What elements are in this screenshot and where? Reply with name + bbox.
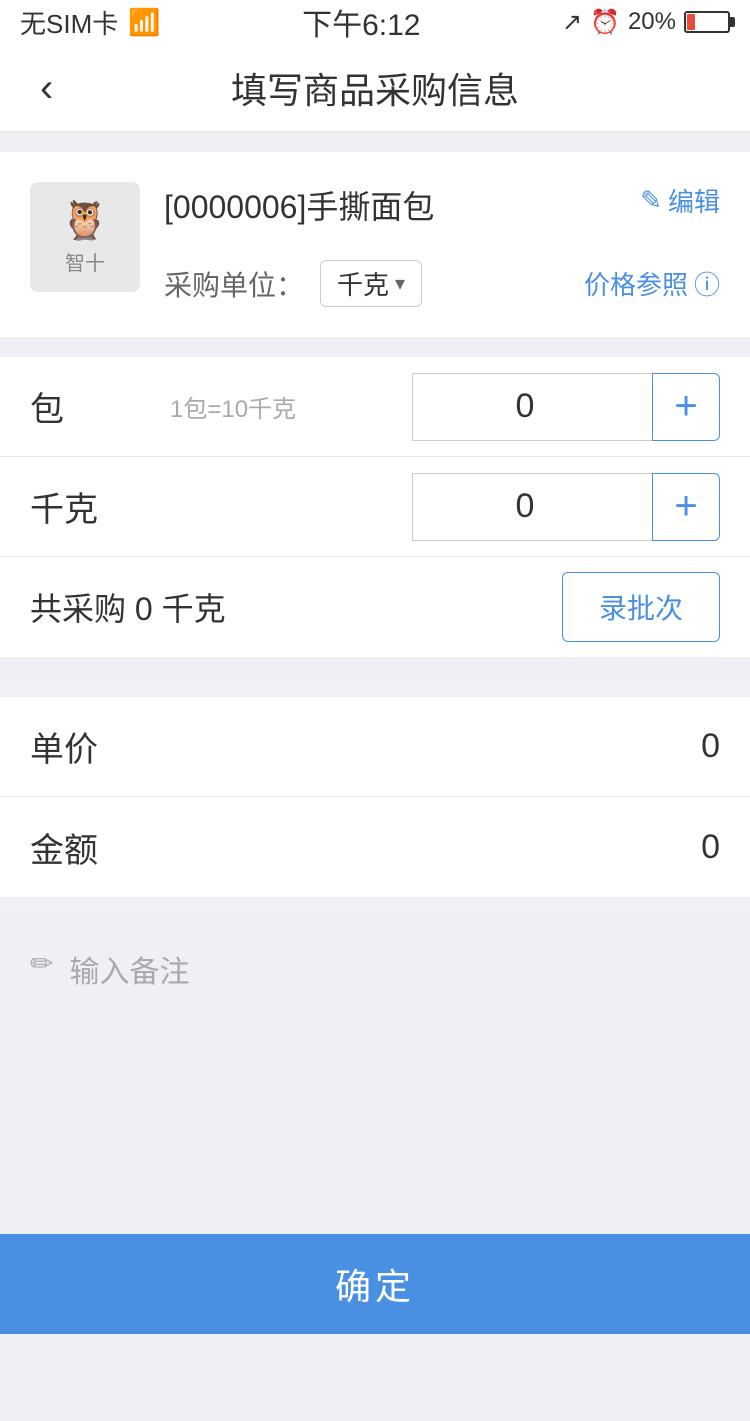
nav-bar: ‹ 填写商品采购信息 xyxy=(0,44,750,132)
pencil-icon: ✏ xyxy=(30,947,53,980)
edit-label: 编辑 xyxy=(668,182,720,219)
note-placeholder: 输入备注 xyxy=(69,947,189,991)
note-section[interactable]: ✏ 输入备注 xyxy=(0,917,750,1021)
status-time: 下午6:12 xyxy=(302,0,420,44)
product-image-icon: 🦉 xyxy=(61,199,108,243)
unit-row: 采购单位： 千克 ▾ xyxy=(164,260,422,307)
bag-controls: + xyxy=(412,373,720,441)
unit-price-label: 单价 xyxy=(30,722,98,771)
kg-label: 千克 xyxy=(30,482,150,531)
battery-percent: 20% xyxy=(628,8,676,36)
page-title: 填写商品采购信息 xyxy=(231,62,519,114)
mid-separator-2 xyxy=(0,657,750,677)
product-card: 🦉 智十 [0000006]手撕面包 ✎ 编辑 采购单位： 千克 ▾ 价格参照 xyxy=(0,152,750,337)
status-bar: 无SIM卡 📶 下午6:12 ↗ ⏰ 20% xyxy=(0,0,750,44)
price-amount-section: 单价 0 金额 0 xyxy=(0,697,750,897)
confirm-button[interactable]: 确定 xyxy=(0,1234,750,1334)
dropdown-arrow-icon: ▾ xyxy=(395,271,405,296)
battery-fill xyxy=(687,14,695,30)
confirm-button-wrap: 确定 xyxy=(0,1234,750,1334)
edit-button[interactable]: ✎ 编辑 xyxy=(640,182,720,219)
product-name: [0000006]手撕面包 xyxy=(164,182,434,228)
alarm-icon: ⏰ xyxy=(590,8,620,37)
mid-separator-1 xyxy=(0,337,750,357)
unit-price-row: 单价 0 xyxy=(0,697,750,797)
amount-value: 0 xyxy=(701,828,720,867)
location-icon: ↗ xyxy=(562,8,582,37)
summary-unit: 千克 xyxy=(162,591,226,627)
kg-input-row: 千克 + xyxy=(0,457,750,557)
amount-row: 金额 0 xyxy=(0,797,750,897)
bag-input-row: 包 1包=10千克 + xyxy=(0,357,750,457)
bag-sub-label: 1包=10千克 xyxy=(170,389,392,424)
product-thumbnail: 🦉 智十 xyxy=(30,182,140,292)
summary-text: 共采购 0 千克 xyxy=(30,584,226,630)
status-right: ↗ ⏰ 20% xyxy=(562,8,730,37)
bag-plus-button[interactable]: + xyxy=(652,373,720,441)
back-button[interactable]: ‹ xyxy=(30,58,63,118)
carrier-text: 无SIM卡 xyxy=(20,4,118,41)
bag-quantity-input[interactable] xyxy=(412,373,652,441)
bag-label: 包 xyxy=(30,382,150,431)
batch-record-button[interactable]: 录批次 xyxy=(562,572,720,642)
product-image-label: 智十 xyxy=(65,247,105,276)
status-left: 无SIM卡 📶 xyxy=(20,4,161,41)
kg-plus-button[interactable]: + xyxy=(652,473,720,541)
unit-label-text: 采购单位： xyxy=(164,264,304,304)
unit-select-dropdown[interactable]: 千克 ▾ xyxy=(320,260,422,307)
summary-amount: 0 xyxy=(135,591,153,627)
empty-content-area xyxy=(0,1021,750,1421)
unit-price-value: 0 xyxy=(701,727,720,766)
quantity-section: 包 1包=10千克 + 千克 + xyxy=(0,357,750,557)
info-icon: ⓘ xyxy=(694,265,720,302)
kg-controls: + xyxy=(412,473,720,541)
amount-label: 金额 xyxy=(30,823,98,872)
top-separator xyxy=(0,132,750,152)
unit-value: 千克 xyxy=(337,265,389,302)
price-reference-button[interactable]: 价格参照 ⓘ xyxy=(584,265,720,302)
wifi-icon: 📶 xyxy=(128,7,160,38)
product-info: [0000006]手撕面包 ✎ 编辑 采购单位： 千克 ▾ 价格参照 ⓘ xyxy=(164,182,720,307)
summary-row: 共采购 0 千克 录批次 xyxy=(0,557,750,657)
price-ref-label: 价格参照 xyxy=(584,265,688,302)
kg-quantity-input[interactable] xyxy=(412,473,652,541)
battery-icon xyxy=(684,11,730,33)
edit-icon: ✎ xyxy=(640,185,662,216)
